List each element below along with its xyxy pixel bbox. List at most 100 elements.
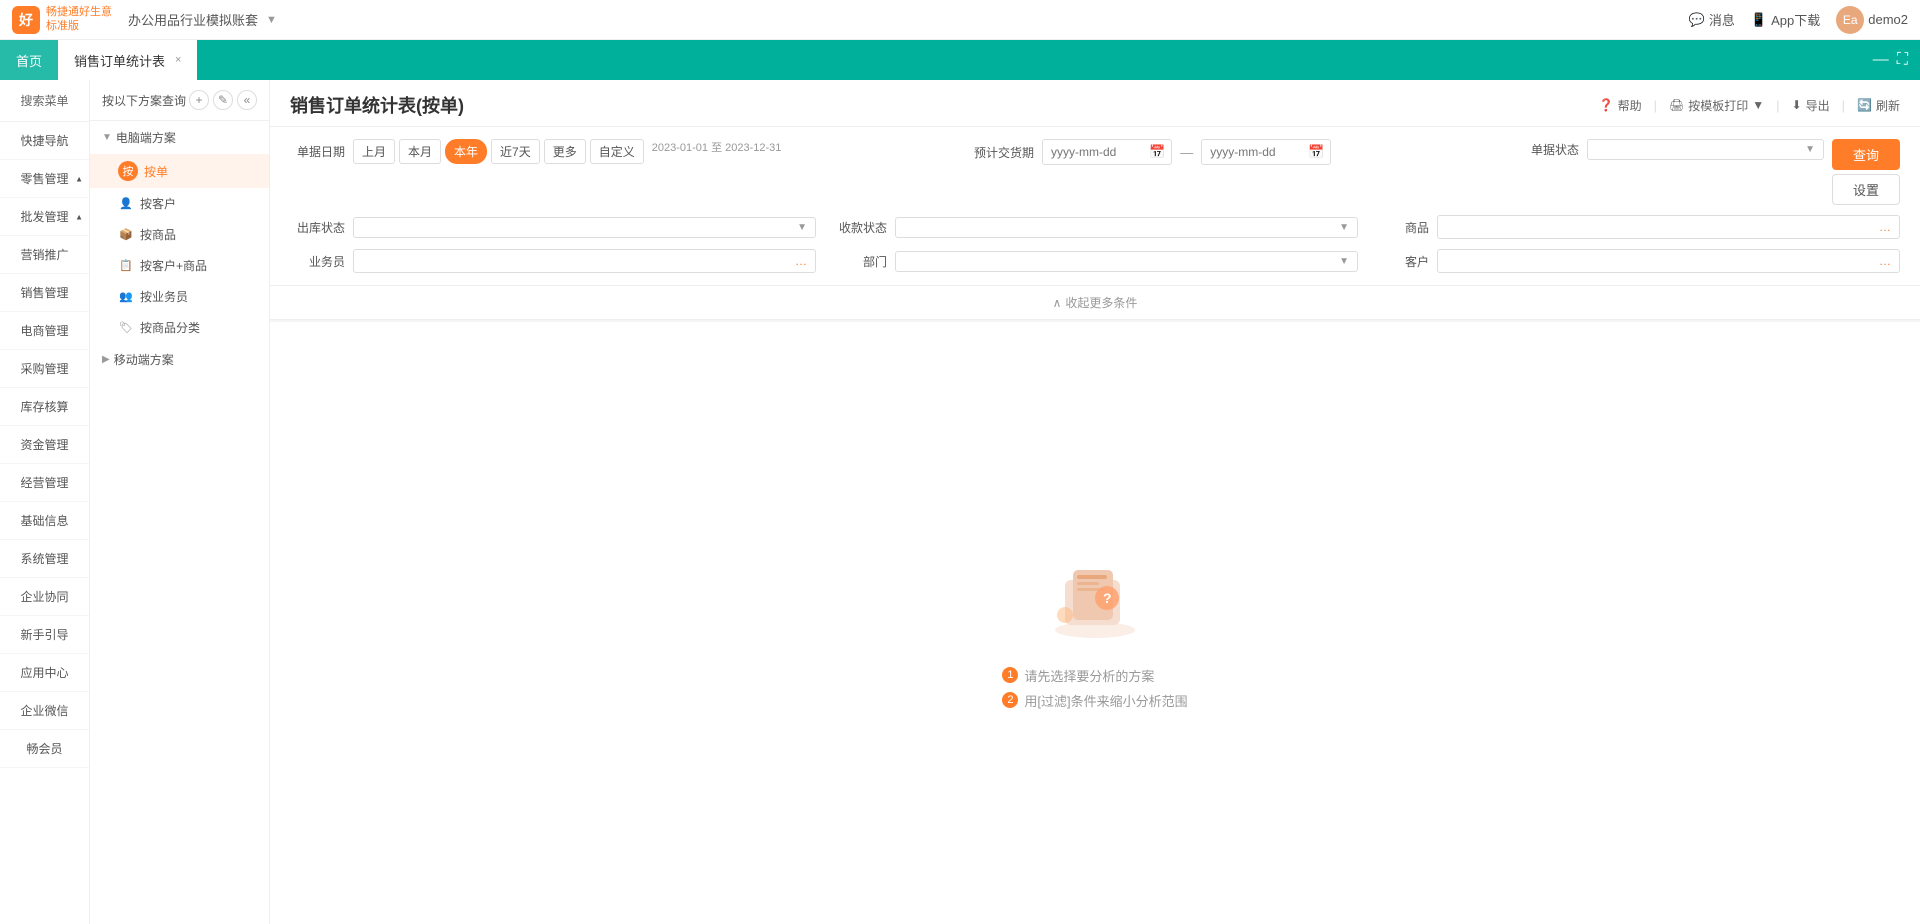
- salesperson-input[interactable]: …: [353, 249, 816, 273]
- refresh-icon: 🔄: [1857, 98, 1872, 112]
- sidebar-item-finance[interactable]: 资金管理: [0, 426, 89, 464]
- group-label: 电脑端方案: [116, 129, 176, 146]
- salesperson-label: 业务员: [290, 253, 345, 270]
- goods-more-btn[interactable]: …: [1879, 220, 1891, 234]
- scheme-item-by-staff[interactable]: 👥 按业务员: [90, 281, 269, 312]
- print-dropdown-arrow[interactable]: ▼: [1752, 98, 1764, 112]
- collapse-arrow-icon: ∧: [1053, 296, 1062, 310]
- top-bar-left: 好 畅捷通好生意 标准版 办公用品行业模拟账套 ▼: [12, 6, 277, 34]
- collapse-bar[interactable]: ∧ 收起更多条件: [270, 286, 1920, 320]
- date-btn-7days[interactable]: 近7天: [491, 139, 540, 164]
- page-header: 销售订单统计表(按单) ❓ 帮助 | 🖨 按模板打印 ▼ | ⬇: [270, 80, 1920, 127]
- empty-tips: 1 请先选择要分析的方案 2 用[过滤]条件来缩小分析范围: [1002, 666, 1187, 716]
- sidebar-item-apps[interactable]: 应用中心: [0, 654, 89, 692]
- refresh-btn[interactable]: 🔄 刷新: [1857, 97, 1900, 114]
- salesperson-more-btn[interactable]: …: [795, 254, 807, 268]
- payment-status-label: 收款状态: [832, 219, 887, 236]
- page-title: 销售订单统计表(按单): [290, 92, 464, 118]
- date-separator: —: [1180, 145, 1193, 160]
- sidebar-item-shortcut[interactable]: 快捷导航: [0, 122, 89, 160]
- scheme-group-mobile-header[interactable]: ▶ 移动端方案: [90, 343, 269, 376]
- avatar: Ea: [1836, 6, 1864, 34]
- scheme-panel: 按以下方案查询 + ✎ « ▼ 电脑端方案 按 按单 👤 按客: [90, 80, 270, 924]
- app-title-arrow[interactable]: ▼: [266, 14, 277, 26]
- scheme-item-icon-by-cg: 📋: [118, 258, 134, 274]
- query-btn[interactable]: 查询: [1832, 139, 1900, 170]
- page-header-actions: ❓ 帮助 | 🖨 按模板打印 ▼ | ⬇ 导出 |: [1599, 97, 1900, 114]
- svg-text:?: ?: [1103, 590, 1112, 606]
- tab-bar-actions: — ⛶: [1861, 40, 1920, 80]
- order-status-select[interactable]: ▼: [1587, 139, 1824, 160]
- sidebar-item-purchase[interactable]: 采购管理: [0, 350, 89, 388]
- scheme-item-by-category[interactable]: 🏷 按商品分类: [90, 312, 269, 343]
- empty-state: ? 1 请先选择要分析的方案 2 用[过滤]条件来缩小分析范围: [270, 322, 1920, 924]
- department-select[interactable]: ▼: [895, 251, 1358, 272]
- settings-btn[interactable]: 设置: [1832, 174, 1900, 205]
- sidebar-item-cooperation[interactable]: 企业协同: [0, 578, 89, 616]
- sidebar-item-sales[interactable]: 销售管理: [0, 274, 89, 312]
- empty-illustration: ?: [1035, 530, 1155, 650]
- help-btn[interactable]: ❓ 帮助: [1599, 97, 1642, 114]
- date-end-input[interactable]: 📅: [1201, 139, 1331, 165]
- tab-sales-order[interactable]: 销售订单统计表 ×: [58, 40, 197, 80]
- sidebar-item-member[interactable]: 畅会员: [0, 730, 89, 768]
- window-maximize-btn[interactable]: ⛶: [1897, 51, 1908, 69]
- app-title: 办公用品行业模拟账套: [128, 10, 258, 29]
- content-area: 按以下方案查询 + ✎ « ▼ 电脑端方案 按 按单 👤 按客: [90, 80, 1920, 924]
- customer-more-btn[interactable]: …: [1879, 254, 1891, 268]
- date-btn-last-month[interactable]: 上月: [353, 139, 395, 164]
- search-menu-btn[interactable]: 搜索菜单: [8, 88, 81, 113]
- scheme-group-desktop: ▼ 电脑端方案 按 按单 👤 按客户 📦 按商品 📋 按客户+商品: [90, 121, 269, 343]
- user-profile[interactable]: Ea demo2: [1836, 6, 1908, 34]
- tip-num-2: 2: [1002, 692, 1018, 708]
- scheme-item-by-customer-goods[interactable]: 📋 按客户+商品: [90, 250, 269, 281]
- window-minimize-btn[interactable]: —: [1873, 51, 1889, 69]
- scheme-panel-title: 按以下方案查询: [102, 92, 186, 109]
- tab-close-btn[interactable]: ×: [175, 54, 181, 66]
- sidebar-item-wholesale[interactable]: 批发管理: [0, 198, 89, 236]
- customer-input[interactable]: …: [1437, 249, 1900, 273]
- delivery-status-arrow: ▼: [797, 222, 807, 233]
- divider1: |: [1654, 98, 1657, 113]
- sidebar-item-marketing[interactable]: 营销推广: [0, 236, 89, 274]
- scheme-item-by-goods[interactable]: 📦 按商品: [90, 219, 269, 250]
- print-btn[interactable]: 🖨 按模板打印 ▼: [1669, 97, 1764, 114]
- sidebar-item-basic[interactable]: 基础信息: [0, 502, 89, 540]
- expected-delivery-label: 预计交货期: [974, 144, 1034, 161]
- order-status-arrow: ▼: [1805, 144, 1815, 155]
- filter-section: 单据日期 上月 本月 本年 近7天 更多 自定义 2023-01-01 至 20…: [270, 127, 1920, 286]
- scheme-item-by-customer[interactable]: 👤 按客户: [90, 188, 269, 219]
- sidebar-item-retail[interactable]: 零售管理: [0, 160, 89, 198]
- tab-home[interactable]: 首页: [0, 40, 58, 80]
- sidebar-item-ecommerce[interactable]: 电商管理: [0, 312, 89, 350]
- logo-area: 好 畅捷通好生意 标准版: [12, 6, 112, 34]
- date-btn-more[interactable]: 更多: [544, 139, 586, 164]
- date-btn-custom[interactable]: 自定义: [590, 139, 644, 164]
- sidebar-item-newbie[interactable]: 新手引导: [0, 616, 89, 654]
- export-btn[interactable]: ⬇ 导出: [1792, 97, 1830, 114]
- date-btn-this-month[interactable]: 本月: [399, 139, 441, 164]
- date-start-input[interactable]: 📅: [1042, 139, 1172, 165]
- scheme-add-btn[interactable]: +: [189, 90, 209, 110]
- scheme-panel-header: 按以下方案查询 + ✎ «: [90, 80, 269, 121]
- sidebar-item-inventory[interactable]: 库存核算: [0, 388, 89, 426]
- scheme-collapse-btn[interactable]: «: [237, 90, 257, 110]
- sidebar-item-system[interactable]: 系统管理: [0, 540, 89, 578]
- date-btn-this-year[interactable]: 本年: [445, 139, 487, 164]
- sidebar: 搜索菜单 快捷导航 零售管理 批发管理 营销推广 销售管理 电商管理 采购管理 …: [0, 80, 90, 924]
- scheme-edit-btn[interactable]: ✎: [213, 90, 233, 110]
- app-download-btn[interactable]: 📱 App下载: [1751, 10, 1820, 29]
- main-layout: 搜索菜单 快捷导航 零售管理 批发管理 营销推广 销售管理 电商管理 采购管理 …: [0, 80, 1920, 924]
- order-status-label: 单据状态: [1524, 141, 1579, 158]
- sidebar-item-operation[interactable]: 经营管理: [0, 464, 89, 502]
- message-btn[interactable]: 💬 消息: [1689, 10, 1735, 29]
- delivery-status-select[interactable]: ▼: [353, 217, 816, 238]
- sidebar-item-wechat[interactable]: 企业微信: [0, 692, 89, 730]
- scheme-item-by-order[interactable]: 按 按单: [90, 154, 269, 188]
- mobile-group-arrow-icon: ▶: [102, 354, 110, 365]
- empty-tip-1: 1 请先选择要分析的方案: [1002, 666, 1187, 685]
- payment-status-select[interactable]: ▼: [895, 217, 1358, 238]
- scheme-group-desktop-header[interactable]: ▼ 电脑端方案: [90, 121, 269, 154]
- help-icon: ❓: [1599, 98, 1614, 112]
- goods-select[interactable]: …: [1437, 215, 1900, 239]
